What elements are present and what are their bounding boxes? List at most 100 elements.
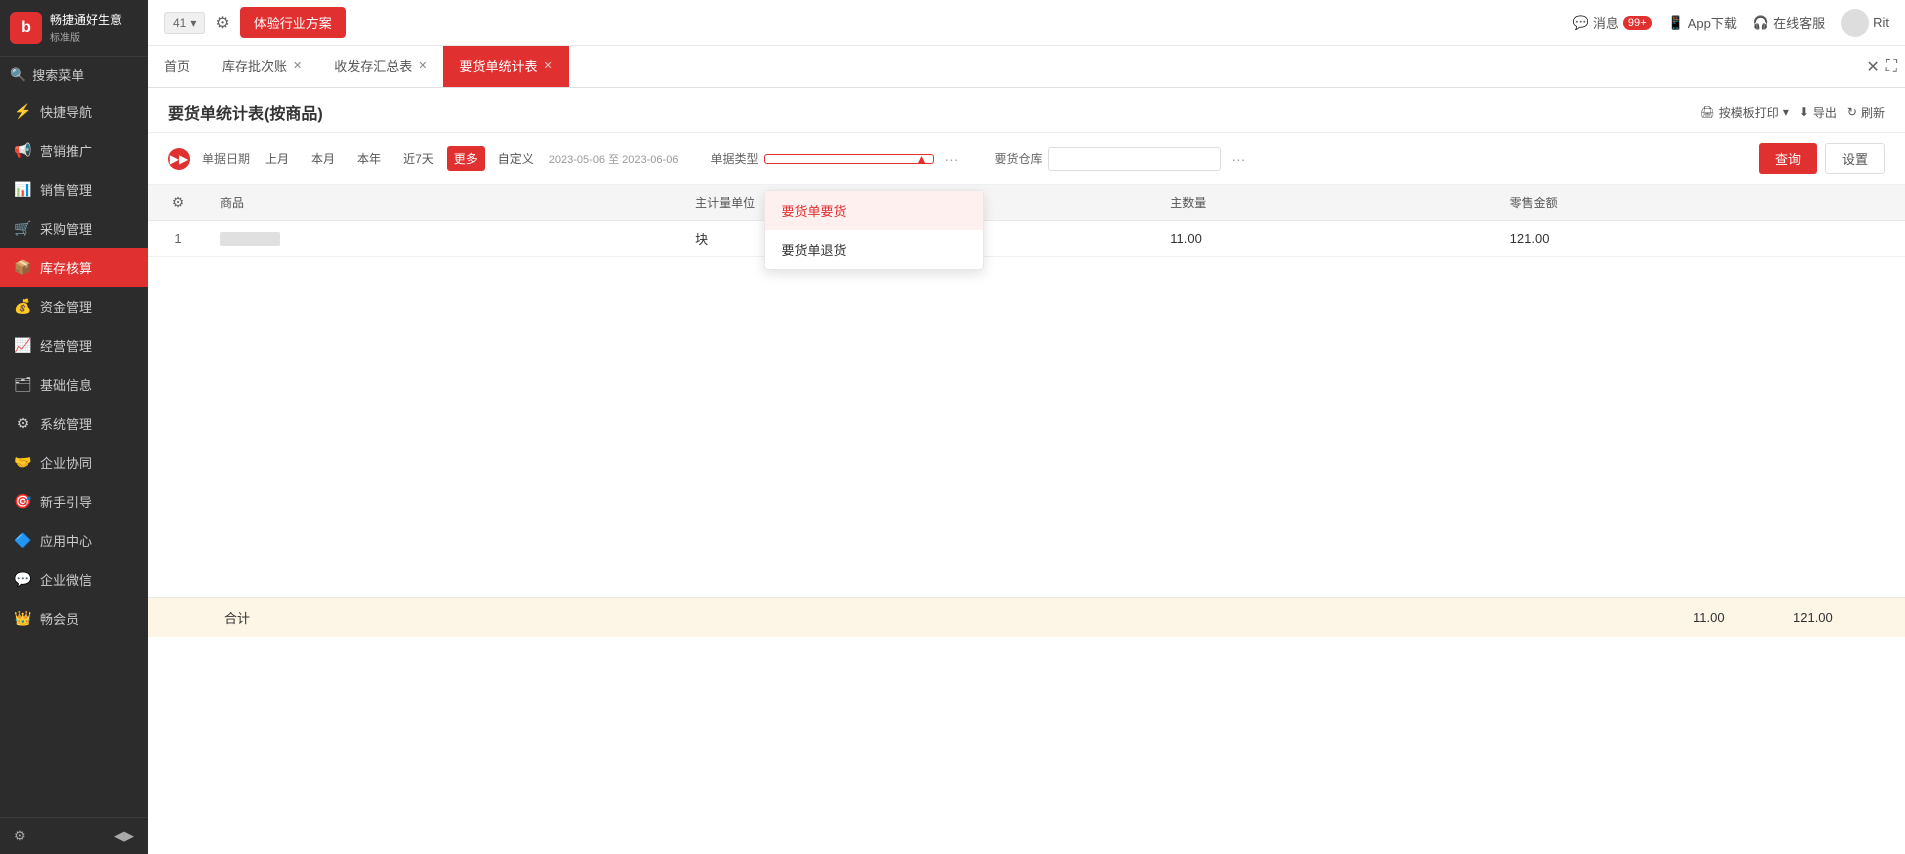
dropdown-item-order-goods[interactable]: 要货单要货 [765,191,983,230]
avatar [1841,9,1869,37]
sidebar-item-label: 营销推广 [40,141,92,160]
refresh-icon: ↻ [1847,105,1857,119]
prev-month-btn[interactable]: 上月 [256,146,298,171]
footer-amount: 121.00 [1793,610,1893,625]
warehouse-filter-group: 要货仓库 ··· [994,147,1249,171]
sidebar-item-appstore[interactable]: 🔷 应用中心 [0,521,148,560]
sidebar-item-label: 库存核算 [40,258,92,277]
warehouse-more-btn[interactable]: ··· [1227,149,1249,169]
date-range-text: 2023-05-06 至 2023-06-06 [549,151,679,167]
last-7-days-btn[interactable]: 近7天 [394,146,443,171]
table-col-quantity: 主数量 [1158,185,1497,221]
top-header: 41 ▾ ⚙ 体验行业方案 💬 消息 99+ 📱 App下载 🎧 在线客服 [148,0,1905,46]
filter-expand-button[interactable]: ▶▶ [168,148,190,170]
sidebar-item-enterprise[interactable]: 🤝 企业协同 [0,443,148,482]
dropdown-item-order-return[interactable]: 要货单退货 [765,230,983,269]
tab-receive-send[interactable]: 收发存汇总表 ✕ [318,46,443,87]
data-table: ⚙ 商品 主计量单位 主数量 零售金额 1 [148,185,1905,257]
sidebar-item-label: 新手引导 [40,492,92,511]
tab-close-all-icon[interactable]: ✕ [1866,57,1879,77]
app-name: 畅捷通好生意 [50,12,122,29]
sidebar-bottom: ⚙ ◀▶ [0,817,148,854]
chevron-down-icon[interactable]: ▾ [190,16,196,30]
product-name-blurred [220,232,280,246]
sidebar-item-business[interactable]: 📈 经营管理 [0,326,148,365]
table-col-amount: 零售金额 [1498,185,1905,221]
sidebar-search[interactable]: 🔍 搜索菜单 [0,57,148,92]
app-download-item[interactable]: 📱 App下载 [1668,13,1737,32]
row-no: 1 [148,221,208,257]
table-col-product: 商品 [208,185,683,221]
sidebar-item-guide[interactable]: 🎯 新手引导 [0,482,148,521]
warehouse-input[interactable] [1048,147,1221,171]
tab-home[interactable]: 首页 [148,46,206,87]
member-icon: 👑 [14,610,32,627]
sidebar-item-label: 企业微信 [40,570,92,589]
print-template-label: 按模板打印 [1719,104,1779,121]
sidebar-item-wechat[interactable]: 💬 企业微信 [0,560,148,599]
tab-close-icon[interactable]: ✕ [293,59,302,72]
system-icon: ⚙ [14,415,32,432]
sidebar-item-purchase[interactable]: 🛒 采购管理 [0,209,148,248]
tab-expand-icon[interactable]: ⛶ [1886,58,1897,76]
sidebar-item-label: 基础信息 [40,375,92,394]
sidebar: b 畅捷通好生意 标准版 🔍 搜索菜单 ⚡ 快捷导航 📢 营销推广 📊 销售管理… [0,0,148,854]
messages-item[interactable]: 💬 消息 99+ [1573,13,1652,32]
sidebar-collapse-icon[interactable]: ◀▶ [114,828,134,844]
page-title: 要货单统计表(按商品) [168,100,323,124]
print-template-btn[interactable]: 🖨 按模板打印 ▾ [1700,104,1789,121]
header-settings-icon[interactable]: ⚙ [215,13,229,33]
main-area: 41 ▾ ⚙ 体验行业方案 💬 消息 99+ 📱 App下载 🎧 在线客服 [148,0,1905,854]
sidebar-item-inventory[interactable]: 📦 库存核算 [0,248,148,287]
online-service-item[interactable]: 🎧 在线客服 [1753,13,1825,32]
type-more-btn[interactable]: ··· [940,149,962,169]
user-avatar-item[interactable]: Rit [1841,9,1889,37]
table-gear-icon[interactable]: ⚙ [172,194,185,210]
sidebar-item-sales[interactable]: 📊 销售管理 [0,170,148,209]
sidebar-item-label: 企业协同 [40,453,92,472]
this-month-btn[interactable]: 本月 [302,146,344,171]
basic-icon: 🗂 [14,376,32,393]
tab-order-stats[interactable]: 要货单统计表 ✕ [443,46,568,87]
custom-date-btn[interactable]: 自定义 [489,146,543,171]
sidebar-item-marketing[interactable]: 📢 营销推广 [0,131,148,170]
sidebar-item-system[interactable]: ⚙ 系统管理 [0,404,148,443]
sidebar-item-label: 销售管理 [40,180,92,199]
export-btn[interactable]: ⬇ 导出 [1799,104,1837,121]
quick-icon: ⚡ [14,103,32,120]
type-filter-label: 单据类型 [710,150,758,167]
sidebar-item-member[interactable]: 👑 畅会员 [0,599,148,638]
tab-close-icon[interactable]: ✕ [544,59,553,72]
tab-stock-batch[interactable]: 库存批次账 ✕ [206,46,318,87]
type-select-trigger[interactable]: ▲ [764,154,934,164]
sidebar-item-quick[interactable]: ⚡ 快捷导航 [0,92,148,131]
row-product [208,221,683,257]
date-filter-group: 单据日期 上月 本月 本年 近7天 更多 自定义 2023-05-06 至 20… [202,146,678,171]
tab-count-value: 41 [173,16,186,30]
trial-button[interactable]: 体验行业方案 [240,7,346,38]
footer-label: 合计 [224,608,250,627]
table-col-settings: ⚙ [148,185,208,221]
sidebar-item-finance[interactable]: 💰 资金管理 [0,287,148,326]
refresh-label: 刷新 [1861,104,1885,121]
sidebar-item-label: 快捷导航 [40,102,92,121]
export-icon: ⬇ [1799,105,1809,119]
warehouse-filter-label: 要货仓库 [994,150,1042,167]
query-button[interactable]: 查询 [1759,143,1817,174]
type-select-container: ▲ 要货单要货 要货单退货 [764,154,934,164]
sidebar-settings-icon[interactable]: ⚙ [14,828,26,844]
table-body: 1 块 11.00 121.00 [148,221,1905,257]
more-dates-btn[interactable]: 更多 [447,146,485,171]
sidebar-logo: b 畅捷通好生意 标准版 [0,0,148,57]
app-logo-icon: b [10,12,42,44]
page-title-bar: 要货单统计表(按商品) 🖨 按模板打印 ▾ ⬇ 导出 ↻ 刷新 [148,88,1905,133]
refresh-btn[interactable]: ↻ 刷新 [1847,104,1885,121]
sidebar-item-label: 经营管理 [40,336,92,355]
tab-close-icon[interactable]: ✕ [418,59,427,72]
marketing-icon: 📢 [14,142,32,159]
this-year-btn[interactable]: 本年 [348,146,390,171]
empty-space [148,257,1905,597]
sidebar-item-basic[interactable]: 🗂 基础信息 [0,365,148,404]
filter-settings-button[interactable]: 设置 [1825,143,1885,174]
tab-home-label: 首页 [164,56,190,75]
